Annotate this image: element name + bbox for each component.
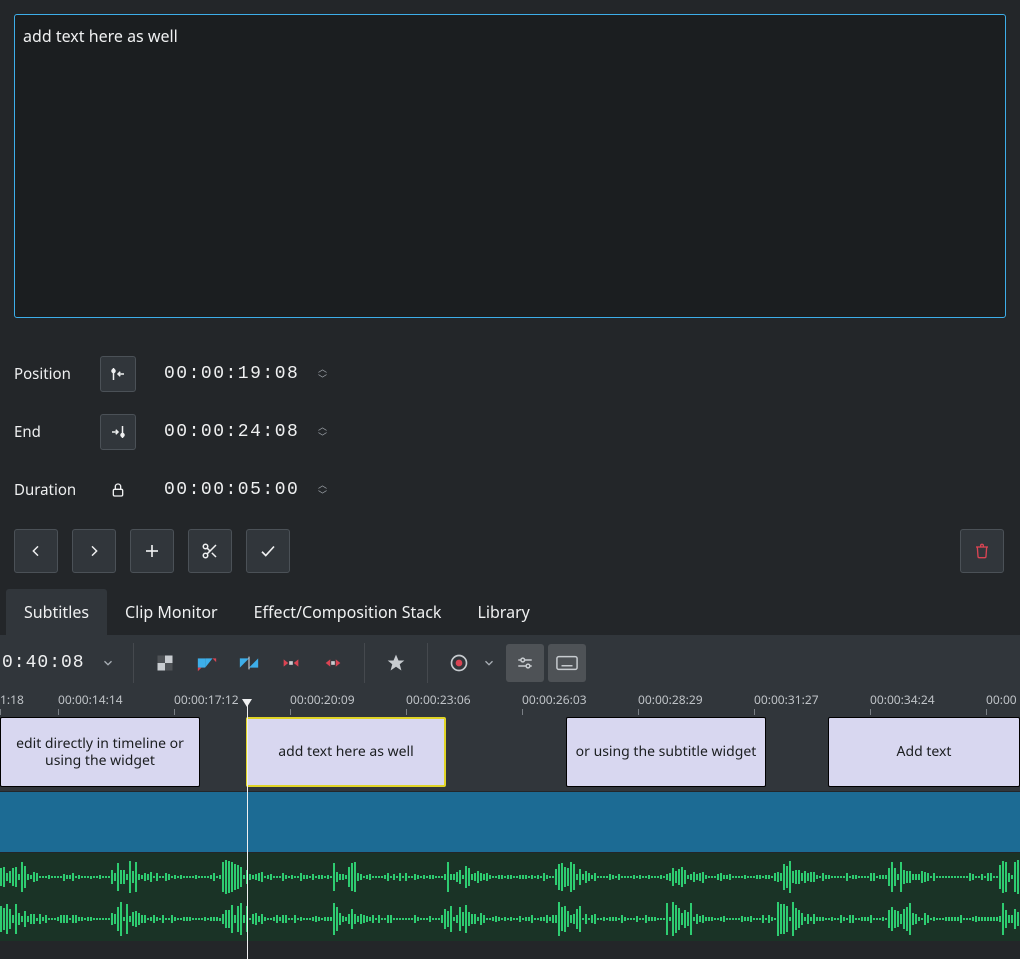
next-subtitle-button[interactable]	[72, 529, 116, 573]
ruler-tick: 00:00:17:12	[174, 691, 239, 708]
duration-spinner[interactable]: ︿ ﹀	[318, 480, 327, 500]
goto-position-button[interactable]	[100, 356, 136, 392]
subtitle-track[interactable]: edit directly in timeline or using the w…	[0, 715, 1020, 791]
split-subtitle-button[interactable]	[188, 529, 232, 573]
zone-out-button[interactable]	[314, 644, 352, 682]
settings-button[interactable]	[506, 644, 544, 682]
mix-in-button[interactable]	[188, 644, 226, 682]
chevron-down-icon	[101, 656, 115, 670]
subtitle-clip[interactable]: Add text	[828, 717, 1020, 787]
keyboard-button[interactable]	[548, 644, 586, 682]
ruler-tick: 00:00:14:14	[58, 691, 123, 708]
tab-effect-stack[interactable]: Effect/Composition Stack	[236, 589, 460, 635]
ruler-tick: 00:00	[986, 691, 1017, 708]
record-icon	[449, 653, 469, 673]
ruler-tick: 00:00:23:06	[406, 691, 471, 708]
cursor-left-icon	[109, 365, 127, 383]
duration-value[interactable]: 00:00:05:00	[164, 480, 312, 500]
timeline-ruler[interactable]: 1:18 00:00:14:14 00:00:17:12 00:00:20:09 00:…	[0, 691, 1020, 715]
chevron-right-icon	[86, 543, 102, 559]
subtitle-clip[interactable]: or using the subtitle widget	[566, 717, 766, 787]
lock-icon[interactable]	[110, 481, 126, 499]
ruler-tick: 00:00:28:29	[638, 691, 703, 708]
apply-button[interactable]	[246, 529, 290, 573]
keyboard-icon	[556, 655, 578, 671]
end-value[interactable]: 00:00:24:08	[164, 422, 312, 442]
zone-in-button[interactable]	[272, 644, 310, 682]
position-label: Position	[14, 364, 100, 384]
position-value[interactable]: 00:00:19:08	[164, 364, 312, 384]
end-label: End	[14, 422, 100, 442]
tab-subtitles[interactable]: Subtitles	[6, 589, 107, 635]
trash-icon	[974, 542, 990, 560]
ruler-tick: 00:00:31:27	[754, 691, 819, 708]
end-spinner[interactable]: ︿ ﹀	[318, 422, 327, 442]
playhead[interactable]	[247, 699, 248, 959]
plus-icon	[143, 542, 161, 560]
subtitle-text-input[interactable]	[14, 14, 1006, 318]
record-button[interactable]	[440, 644, 478, 682]
position-spinner[interactable]: ︿ ﹀	[318, 364, 327, 384]
chevron-down-icon: ﹀	[318, 432, 327, 442]
prev-subtitle-button[interactable]	[14, 529, 58, 573]
ruler-tick: 00:00:20:09	[290, 691, 355, 708]
timecode-format-dropdown[interactable]	[101, 656, 115, 670]
mix-center-icon	[238, 654, 260, 672]
ruler-tick: 00:00:34:24	[870, 691, 935, 708]
track-compositing-button[interactable]	[146, 644, 184, 682]
tab-library[interactable]: Library	[459, 589, 547, 635]
audio-track[interactable]	[0, 853, 1020, 941]
cursor-right-icon	[109, 423, 127, 441]
goto-end-button[interactable]	[100, 414, 136, 450]
chevron-down-icon: ﹀	[318, 490, 327, 500]
ruler-tick: 00:00:26:03	[522, 691, 587, 708]
delete-subtitle-button[interactable]	[960, 529, 1004, 573]
duration-label: Duration	[14, 480, 100, 500]
record-options-dropdown[interactable]	[482, 656, 496, 670]
add-subtitle-button[interactable]	[130, 529, 174, 573]
ruler-tick: 1:18	[0, 691, 24, 708]
tab-clip-monitor[interactable]: Clip Monitor	[107, 589, 236, 635]
scissors-icon	[201, 542, 219, 560]
favorite-effects-button[interactable]	[377, 644, 415, 682]
subtitle-clip[interactable]: edit directly in timeline or using the w…	[0, 717, 200, 787]
subtitle-clip[interactable]: add text here as well	[246, 717, 446, 787]
zone-in-icon	[280, 656, 302, 670]
zone-out-icon	[322, 656, 344, 670]
chevron-left-icon	[28, 543, 44, 559]
timeline-cursor-time[interactable]: 0:40:08	[2, 653, 89, 673]
sliders-icon	[515, 654, 535, 672]
video-track[interactable]	[0, 791, 1020, 853]
chevron-down-icon: ﹀	[318, 374, 327, 384]
compositing-icon	[155, 653, 175, 673]
mix-center-button[interactable]	[230, 644, 268, 682]
chevron-down-icon	[482, 656, 496, 670]
star-icon	[386, 653, 406, 673]
mix-in-icon	[196, 654, 218, 672]
check-icon	[259, 542, 277, 560]
